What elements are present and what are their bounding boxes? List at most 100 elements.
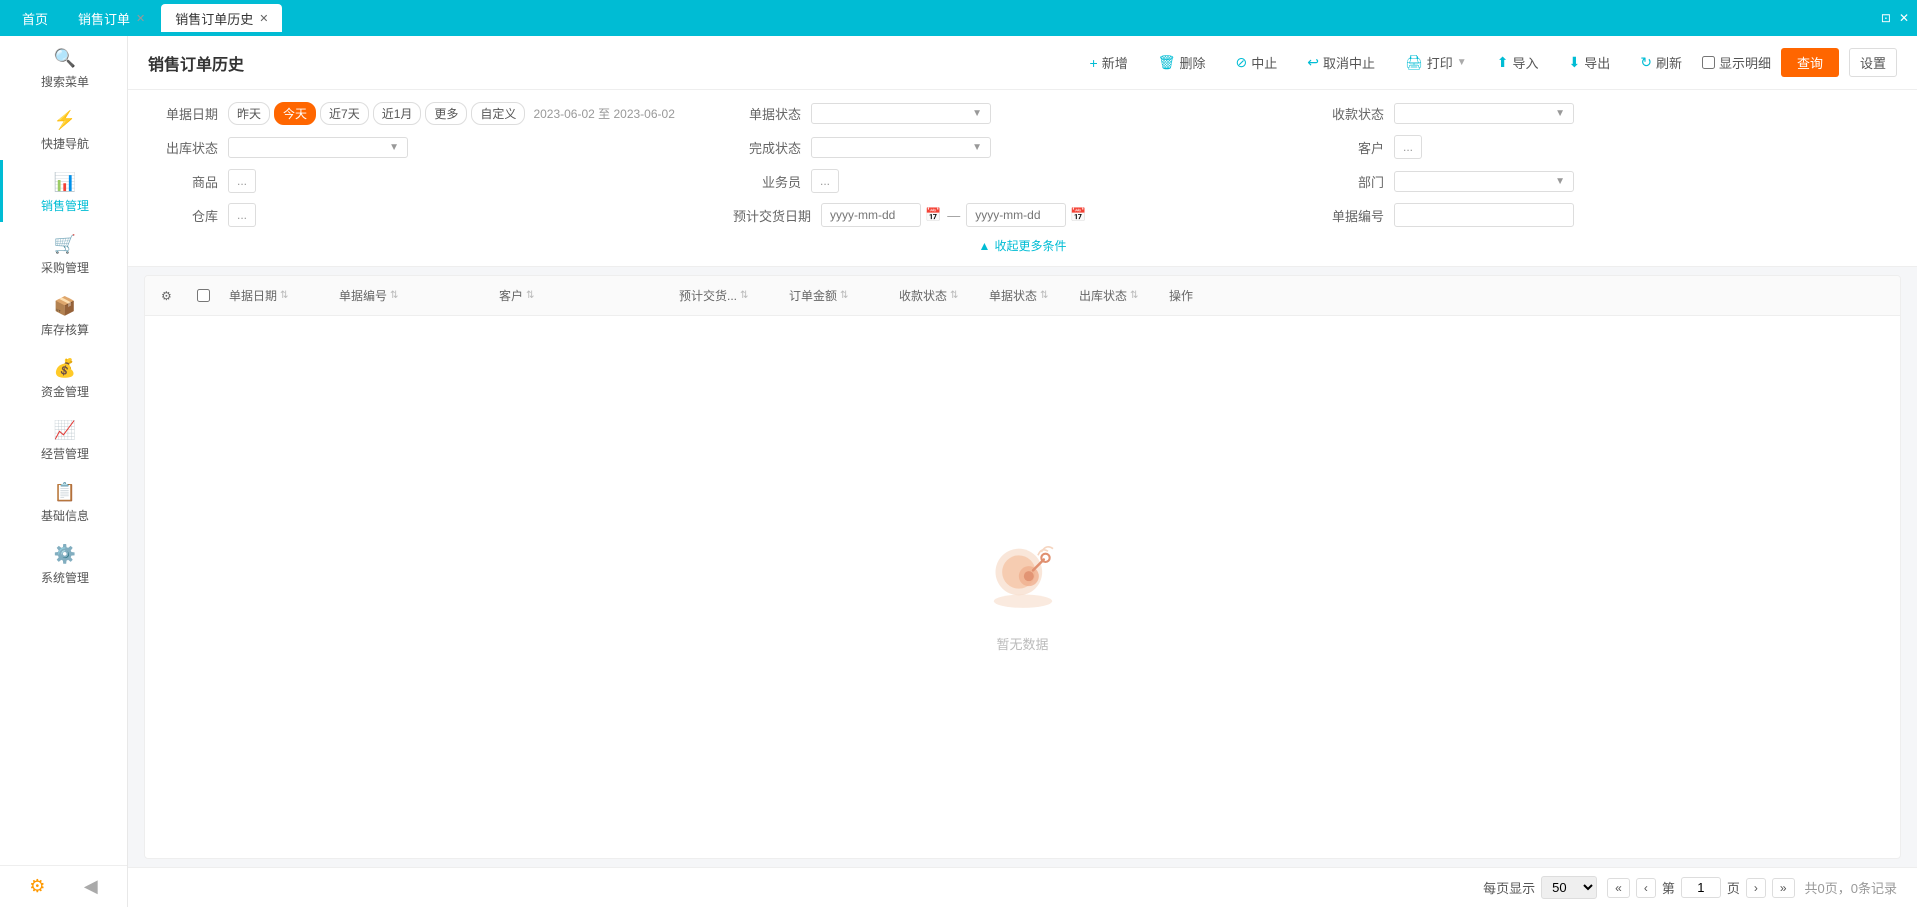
filter-cell-department: 部门 ▼ (1314, 171, 1897, 192)
new-button[interactable]: + 新增 (1080, 49, 1138, 76)
import-label: 导入 (1512, 53, 1538, 72)
cancel-stop-icon: ↩ (1307, 54, 1319, 71)
per-page-select[interactable]: 20 50 100 (1541, 876, 1597, 899)
sidebar-item-finance-label: 资金管理 (41, 383, 89, 400)
out-status-control: ▼ (228, 137, 731, 158)
date-btn-yesterday[interactable]: 昨天 (228, 102, 270, 125)
filter-cell-voucher-no: 单据编号 (1314, 203, 1897, 227)
cancel-stop-button[interactable]: ↩ 取消中止 (1297, 49, 1385, 76)
out-status-arrow-icon: ▼ (389, 142, 399, 153)
last-page-button[interactable]: » (1772, 878, 1795, 898)
stop-button[interactable]: ⊘ 中止 (1226, 49, 1288, 76)
sidebar-settings-icon[interactable]: ⚙ (29, 876, 45, 897)
tab-sales-order-close[interactable]: ✕ (136, 12, 145, 25)
first-page-button[interactable]: « (1607, 878, 1630, 898)
date-btn-today[interactable]: 今天 (274, 102, 316, 125)
window-close-icon[interactable]: ✕ (1899, 11, 1909, 25)
show-detail-checkbox[interactable] (1702, 56, 1715, 69)
sidebar: 🔍 搜索菜单 ⚡ 快捷导航 📊 销售管理 🛒 采购管理 📦 库存核算 💰 资金管… (0, 36, 128, 907)
stop-label: 中止 (1251, 53, 1277, 72)
collapse-label: 收起更多条件 (994, 237, 1066, 254)
sidebar-item-quick-nav[interactable]: ⚡ 快捷导航 (0, 98, 127, 160)
delivery-date-end-calendar-icon[interactable]: 📅 (1070, 207, 1086, 223)
th-amount[interactable]: 订单金额 ⇅ (781, 287, 891, 304)
collapse-more-conditions[interactable]: ▲ 收起更多条件 (148, 237, 1897, 254)
delivery-date-start-calendar-icon[interactable]: 📅 (925, 207, 941, 223)
th-out-status[interactable]: 出库状态 ⇅ (1071, 287, 1161, 304)
page-label: 第 (1662, 878, 1675, 897)
sidebar-item-basic-info[interactable]: 📋 基础信息 (0, 470, 127, 532)
date-btn-1month[interactable]: 近1月 (373, 102, 422, 125)
department-arrow-icon: ▼ (1555, 176, 1565, 187)
th-delivery[interactable]: 预计交货... ⇅ (671, 287, 781, 304)
tab-sales-order-history-close[interactable]: ✕ (259, 12, 268, 25)
th-customer[interactable]: 客户 ⇅ (491, 287, 671, 304)
current-page-input[interactable] (1681, 877, 1721, 898)
tab-sales-order-history[interactable]: 销售订单历史 ✕ (161, 4, 282, 32)
department-select[interactable]: ▼ (1394, 171, 1574, 192)
sidebar-item-purchase-mgmt[interactable]: 🛒 采购管理 (0, 222, 127, 284)
show-detail-checkbox-label[interactable]: 显示明细 (1702, 53, 1771, 72)
th-settings[interactable]: ⚙ (153, 289, 189, 303)
th-delivery-label: 预计交货... (679, 287, 737, 304)
th-order-status[interactable]: 单据状态 ⇅ (981, 287, 1071, 304)
th-customer-label: 客户 (499, 287, 523, 304)
query-button[interactable]: 查询 (1781, 48, 1839, 77)
tab-home[interactable]: 首页 (8, 4, 62, 32)
prev-page-button[interactable]: ‹ (1636, 878, 1656, 898)
th-out-status-sort-icon: ⇅ (1130, 290, 1138, 301)
voucher-no-input[interactable] (1394, 203, 1574, 227)
settings-button[interactable]: 设置 (1849, 48, 1897, 77)
goods-ellipsis-btn[interactable]: ... (228, 169, 256, 193)
out-status-select[interactable]: ▼ (228, 137, 408, 158)
th-pay-status[interactable]: 收款状态 ⇅ (891, 287, 981, 304)
date-btn-7days[interactable]: 近7天 (320, 102, 369, 125)
salesman-ellipsis-btn[interactable]: ... (811, 169, 839, 193)
sidebar-item-sales-mgmt-label: 销售管理 (41, 197, 89, 214)
import-icon: ⬆ (1497, 54, 1509, 71)
th-no[interactable]: 单据编号 ⇅ (331, 287, 491, 304)
sidebar-item-system-mgmt[interactable]: ⚙️ 系统管理 (0, 532, 127, 594)
tab-bar: 首页 销售订单 ✕ 销售订单历史 ✕ ⊡ ✕ (0, 0, 1917, 36)
sidebar-item-basic-info-label: 基础信息 (41, 507, 89, 524)
filter-cell-goods: 商品 ... (148, 169, 731, 193)
delete-label: 删除 (1179, 53, 1205, 72)
print-arrow-icon: ▼ (1457, 57, 1467, 68)
complete-status-arrow-icon: ▼ (972, 142, 982, 153)
customer-ellipsis-btn[interactable]: ... (1394, 135, 1422, 159)
sidebar-item-finance[interactable]: 💰 资金管理 (0, 346, 127, 408)
th-date[interactable]: 单据日期 ⇅ (221, 287, 331, 304)
complete-status-select[interactable]: ▼ (811, 137, 991, 158)
refresh-label: 刷新 (1656, 53, 1682, 72)
sidebar-item-search-menu[interactable]: 🔍 搜索菜单 (0, 36, 127, 98)
receipt-status-label: 收款状态 (1314, 104, 1394, 123)
filter-row-3: 商品 ... 业务员 ... 部门 ▼ (148, 169, 1897, 193)
delivery-date-start[interactable] (821, 203, 921, 227)
sidebar-item-inventory[interactable]: 📦 库存核算 (0, 284, 127, 346)
warehouse-ellipsis-btn[interactable]: ... (228, 203, 256, 227)
window-restore-icon[interactable]: ⊡ (1881, 11, 1891, 25)
next-page-button[interactable]: › (1746, 878, 1766, 898)
sidebar-item-sales-mgmt[interactable]: 📊 销售管理 (0, 160, 127, 222)
order-status-select[interactable]: ▼ (811, 103, 991, 124)
date-btn-more[interactable]: 更多 (425, 102, 467, 125)
date-btn-group: 昨天 今天 近7天 近1月 更多 自定义 (228, 102, 525, 125)
import-button[interactable]: ⬆ 导入 (1487, 49, 1549, 76)
quick-nav-icon: ⚡ (54, 110, 76, 131)
stop-icon: ⊘ (1236, 54, 1248, 71)
sidebar-item-operation[interactable]: 📈 经营管理 (0, 408, 127, 470)
th-order-status-sort-icon: ⇅ (1040, 290, 1048, 301)
refresh-button[interactable]: ↻ 刷新 (1630, 49, 1692, 76)
sidebar-collapse-icon[interactable]: ◀ (84, 876, 98, 897)
date-btn-custom[interactable]: 自定义 (471, 102, 525, 125)
th-action: 操作 (1161, 287, 1892, 304)
order-status-arrow-icon: ▼ (972, 108, 982, 119)
export-button[interactable]: ⬇ 导出 (1558, 49, 1620, 76)
select-all-checkbox[interactable] (197, 289, 210, 302)
receipt-status-select[interactable]: ▼ (1394, 103, 1574, 124)
delivery-date-end[interactable] (966, 203, 1066, 227)
date-range-text: 2023-06-02 至 2023-06-02 (533, 105, 674, 122)
tab-sales-order[interactable]: 销售订单 ✕ (64, 4, 159, 32)
delete-button[interactable]: 🗑 删除 (1148, 49, 1216, 76)
print-button[interactable]: 🖨 打印 ▼ (1395, 49, 1477, 76)
